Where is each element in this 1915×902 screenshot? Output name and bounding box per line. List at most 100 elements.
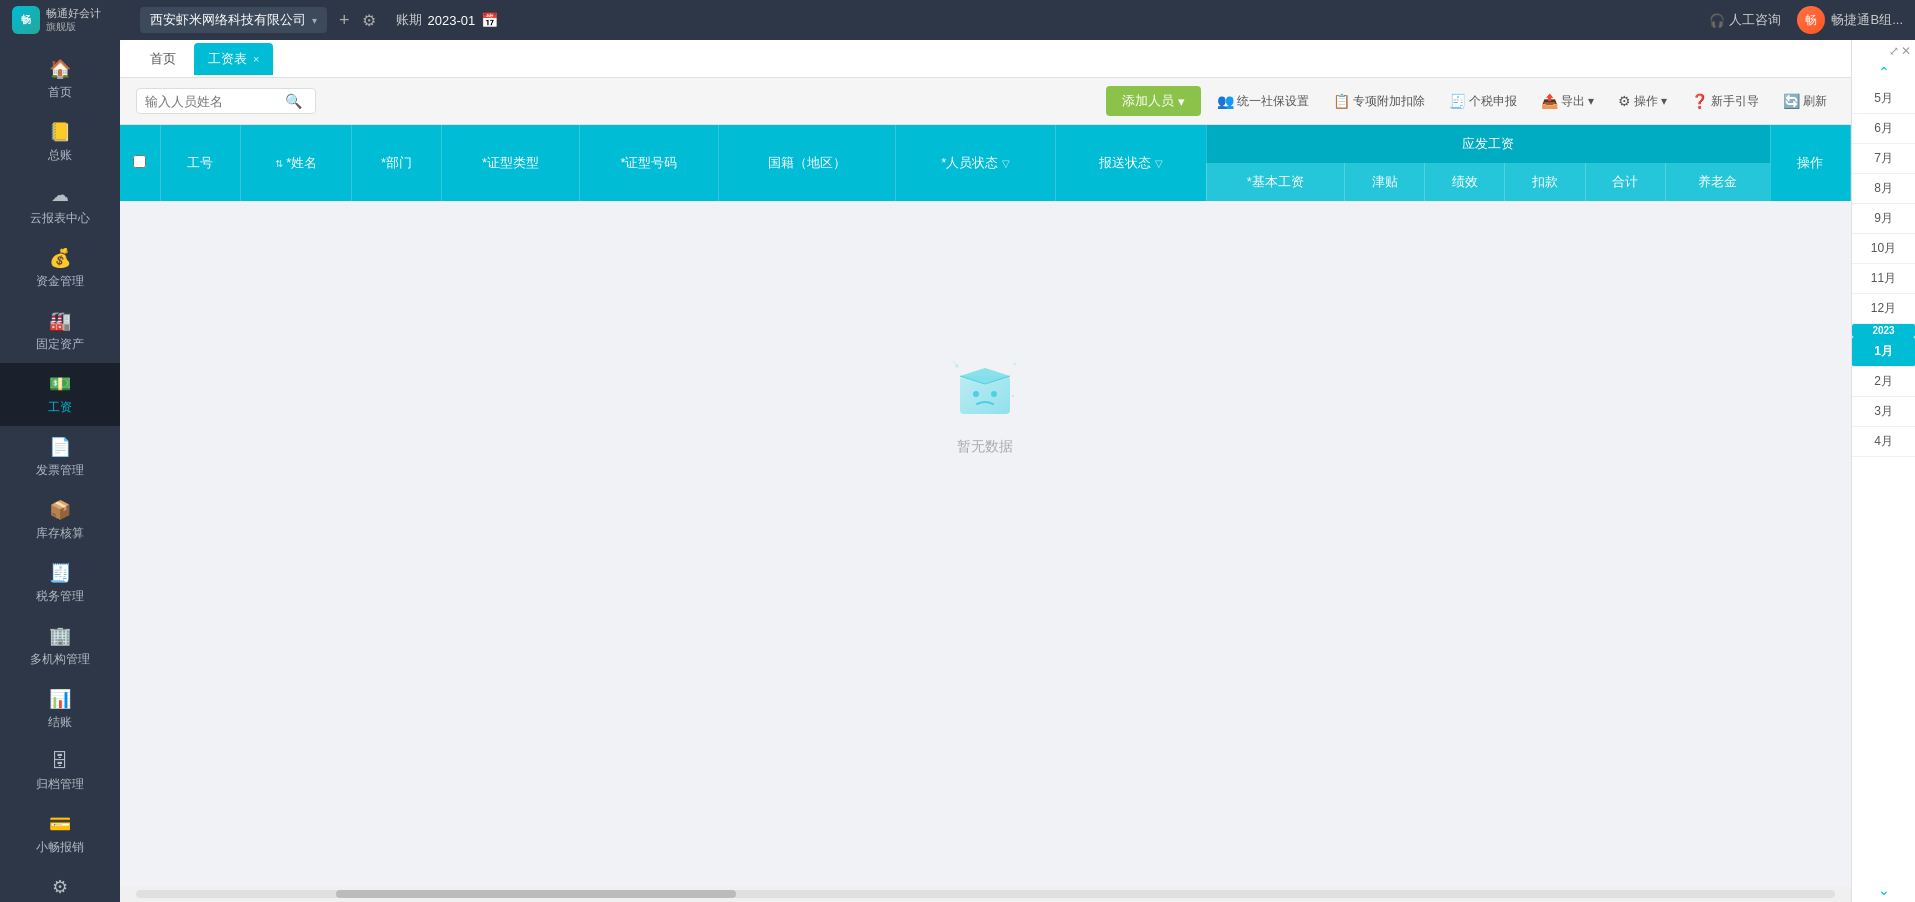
th-total: 合计 — [1585, 163, 1665, 201]
new-guide-button[interactable]: ❓ 新手引导 — [1683, 89, 1767, 114]
month-item-2022-12[interactable]: 12月 — [1852, 294, 1915, 324]
headset-icon: 🎧 — [1709, 13, 1725, 28]
th-person-status[interactable]: *人员状态 ▽ — [896, 125, 1056, 201]
tab-home[interactable]: 首页 — [136, 43, 190, 75]
archive-icon: 🗄 — [51, 751, 69, 772]
sidebar-item-payroll[interactable]: 💵 工资 — [0, 363, 120, 426]
tab-payroll[interactable]: 工资表 × — [194, 43, 273, 75]
social-settings-icon: 👥 — [1217, 93, 1234, 109]
sidebar-item-tax[interactable]: 🧾 税务管理 — [0, 552, 120, 615]
multi-org-icon: 🏢 — [49, 625, 71, 647]
sidebar-item-multi-org[interactable]: 🏢 多机构管理 — [0, 615, 120, 678]
person-status-filter-icon[interactable]: ▽ — [1002, 158, 1010, 169]
export-button[interactable]: 📤 导出 ▾ — [1533, 89, 1602, 114]
company-selector[interactable]: 西安虾米网络科技有限公司 ▾ — [140, 7, 327, 33]
select-all-checkbox[interactable] — [133, 155, 146, 168]
scroll-thumb[interactable] — [336, 890, 736, 898]
th-deduct: 扣款 — [1505, 163, 1585, 201]
report-status-filter-icon[interactable]: ▽ — [1155, 158, 1163, 169]
month-item-2022-9[interactable]: 9月 — [1852, 204, 1915, 234]
th-wage-group: 应发工资 — [1206, 125, 1770, 163]
sidebar-item-fixed-assets[interactable]: 🏭 固定资产 — [0, 300, 120, 363]
period-info: 账期 2023-01 📅 — [396, 11, 499, 29]
tab-close-icon[interactable]: × — [253, 53, 259, 65]
month-item-2022-6[interactable]: 6月 — [1852, 114, 1915, 144]
month-item-2022-11[interactable]: 11月 — [1852, 264, 1915, 294]
empty-text: 暂无数据 — [957, 438, 1013, 456]
refresh-icon: 🔄 — [1783, 93, 1800, 109]
sidebar-label-home: 首页 — [48, 84, 72, 101]
personal-tax-button[interactable]: 🧾 个税申报 — [1441, 89, 1525, 114]
sidebar-label-expense: 小畅报销 — [36, 839, 84, 856]
close-panel-button[interactable]: ✕ — [1901, 44, 1911, 58]
fixed-assets-icon: 🏭 — [49, 310, 71, 332]
empty-icon — [945, 346, 1025, 426]
month-item-2022-7[interactable]: 7月 — [1852, 144, 1915, 174]
th-performance: 绩效 — [1425, 163, 1505, 201]
scroll-up-button[interactable]: ⌃ — [1852, 60, 1915, 84]
th-report-status[interactable]: 报送状态 ▽ — [1056, 125, 1207, 201]
sidebar-label-multi-org: 多机构管理 — [30, 651, 90, 668]
search-icon[interactable]: 🔍 — [285, 93, 302, 109]
th-nationality: 国籍（地区） — [718, 125, 895, 201]
th-cert-no: *证型号码 — [580, 125, 718, 201]
operations-icon: ⚙ — [1618, 93, 1631, 109]
toolbar: 🔍 添加人员 ▾ 👥 统一社保设置 📋 专项附加扣除 🧾 个税申报 📤 导出 — [120, 78, 1851, 125]
operations-arrow-icon: ▾ — [1661, 94, 1667, 108]
up-arrow-icon: ⌃ — [1878, 64, 1890, 80]
th-department: *部门 — [352, 125, 442, 201]
sidebar-item-home[interactable]: 🏠 首页 — [0, 48, 120, 111]
operations-button[interactable]: ⚙ 操作 ▾ — [1610, 89, 1675, 114]
expand-panel-button[interactable]: ⤢ — [1889, 44, 1899, 58]
topbar-actions: + ⚙ — [339, 10, 376, 31]
add-person-button[interactable]: 添加人员 ▾ — [1106, 86, 1201, 116]
user-info[interactable]: 畅 畅捷通B组... — [1797, 6, 1903, 34]
support-button[interactable]: 🎧 人工咨询 — [1709, 11, 1781, 29]
refresh-button[interactable]: 🔄 刷新 — [1775, 89, 1835, 114]
sidebar-label-invoice: 发票管理 — [36, 462, 84, 479]
special-deduct-button[interactable]: 📋 专项附加扣除 — [1325, 89, 1433, 114]
sidebar-label-ledger: 总账 — [48, 147, 72, 164]
month-item-2022-5[interactable]: 5月 — [1852, 84, 1915, 114]
th-subsidy: 津贴 — [1344, 163, 1424, 201]
social-settings-button[interactable]: 👥 统一社保设置 — [1209, 89, 1317, 114]
month-item-2023-3[interactable]: 3月 — [1852, 397, 1915, 427]
month-item-2023-4[interactable]: 4月 — [1852, 427, 1915, 457]
scroll-track[interactable] — [136, 890, 1835, 898]
svg-point-7 — [1014, 363, 1017, 366]
th-checkbox[interactable] — [120, 125, 160, 201]
svg-point-5 — [991, 391, 997, 397]
search-wrap: 🔍 — [136, 88, 316, 114]
sidebar-item-expense[interactable]: 💳 小畅报销 — [0, 803, 120, 866]
main-layout: 🏠 首页 📒 总账 ☁ 云报表中心 💰 资金管理 🏭 固定资产 💵 工资 📄 发… — [0, 40, 1915, 902]
svg-point-4 — [973, 391, 979, 397]
month-item-2023-1[interactable]: 1月 — [1852, 337, 1915, 367]
user-name: 畅捷通B组... — [1831, 11, 1903, 29]
th-name[interactable]: ⇅ *姓名 — [240, 125, 351, 201]
new-guide-icon: ❓ — [1691, 93, 1708, 109]
settings-icon[interactable]: ⚙ — [362, 11, 376, 30]
th-pension: 养老金 — [1666, 163, 1771, 201]
month-item-2022-10[interactable]: 10月 — [1852, 234, 1915, 264]
period-label: 账期 — [396, 11, 422, 29]
sidebar-item-archive[interactable]: 🗄 归档管理 — [0, 741, 120, 803]
month-item-2022-8[interactable]: 8月 — [1852, 174, 1915, 204]
scroll-hint — [120, 886, 1851, 902]
scroll-down-button[interactable]: ⌄ — [1852, 878, 1915, 902]
sidebar-item-inventory[interactable]: 📦 库存核算 — [0, 489, 120, 552]
month-item-2023-2[interactable]: 2月 — [1852, 367, 1915, 397]
sidebar-item-basic-settings[interactable]: ⚙ 基础设置 — [0, 866, 120, 902]
sidebar-item-ledger[interactable]: 📒 总账 — [0, 111, 120, 174]
sidebar-item-fund[interactable]: 💰 资金管理 — [0, 237, 120, 300]
add-icon[interactable]: + — [339, 10, 350, 31]
sidebar-label-tax: 税务管理 — [36, 588, 84, 605]
calendar-icon[interactable]: 📅 — [481, 12, 498, 28]
sidebar-item-cloud-report[interactable]: ☁ 云报表中心 — [0, 174, 120, 237]
sidebar-item-invoice[interactable]: 📄 发票管理 — [0, 426, 120, 489]
settings-gear-icon: ⚙ — [52, 876, 68, 898]
search-input[interactable] — [145, 94, 285, 109]
svg-line-9 — [953, 361, 957, 366]
expense-icon: 💳 — [49, 813, 71, 835]
year-badge: 2023 — [1852, 324, 1915, 337]
sidebar-item-closing[interactable]: 📊 结账 — [0, 678, 120, 741]
